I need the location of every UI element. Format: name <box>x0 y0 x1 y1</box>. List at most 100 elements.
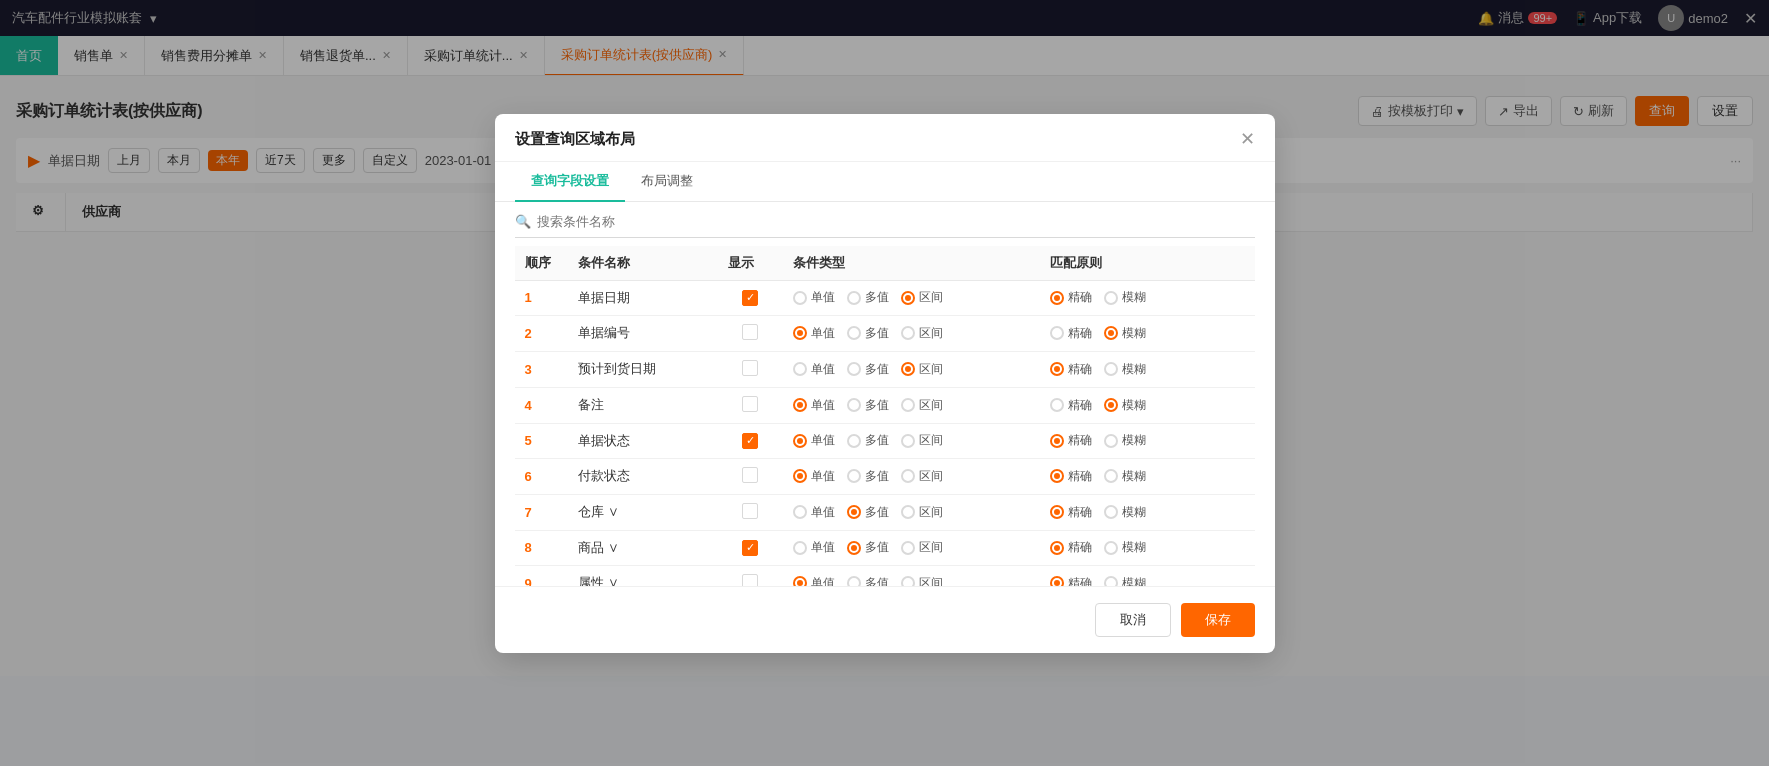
radio-button[interactable] <box>847 326 861 340</box>
type-radio-label[interactable]: 多值 <box>847 504 889 521</box>
radio-button[interactable] <box>1050 469 1064 483</box>
checkbox[interactable] <box>742 433 758 449</box>
radio-button[interactable] <box>1104 398 1118 412</box>
radio-button[interactable] <box>901 434 915 448</box>
dialog-tab-field-settings[interactable]: 查询字段设置 <box>515 162 625 202</box>
radio-button[interactable] <box>793 362 807 376</box>
type-radio-label[interactable]: 区间 <box>901 468 943 485</box>
search-input[interactable] <box>537 214 737 229</box>
type-radio-label[interactable]: 多值 <box>847 575 889 586</box>
save-button[interactable]: 保存 <box>1181 603 1255 637</box>
radio-button[interactable] <box>1104 362 1118 376</box>
radio-button[interactable] <box>793 326 807 340</box>
match-radio-label[interactable]: 精确 <box>1050 468 1092 485</box>
match-radio-label[interactable]: 精确 <box>1050 325 1092 342</box>
radio-button[interactable] <box>793 291 807 305</box>
radio-button[interactable] <box>1104 291 1118 305</box>
checkbox[interactable] <box>742 574 758 586</box>
match-radio-label[interactable]: 模糊 <box>1104 361 1146 378</box>
type-radio-label[interactable]: 区间 <box>901 397 943 414</box>
row-show-checkbox[interactable] <box>718 387 782 423</box>
type-radio-label[interactable]: 区间 <box>901 432 943 449</box>
radio-button[interactable] <box>901 469 915 483</box>
row-show-checkbox[interactable] <box>718 494 782 530</box>
radio-button[interactable] <box>1050 505 1064 519</box>
match-radio-label[interactable]: 精确 <box>1050 504 1092 521</box>
match-radio-label[interactable]: 模糊 <box>1104 325 1146 342</box>
radio-button[interactable] <box>901 326 915 340</box>
type-radio-label[interactable]: 多值 <box>847 432 889 449</box>
row-show-checkbox[interactable] <box>718 530 782 565</box>
match-radio-label[interactable]: 模糊 <box>1104 468 1146 485</box>
type-radio-label[interactable]: 单值 <box>793 397 835 414</box>
radio-button[interactable] <box>1050 362 1064 376</box>
row-show-checkbox[interactable] <box>718 423 782 458</box>
type-radio-label[interactable]: 多值 <box>847 289 889 306</box>
radio-button[interactable] <box>901 362 915 376</box>
match-radio-label[interactable]: 精确 <box>1050 575 1092 586</box>
radio-button[interactable] <box>1050 326 1064 340</box>
row-show-checkbox[interactable] <box>718 280 782 315</box>
match-radio-label[interactable]: 精确 <box>1050 539 1092 556</box>
match-radio-label[interactable]: 模糊 <box>1104 289 1146 306</box>
type-radio-label[interactable]: 单值 <box>793 361 835 378</box>
cancel-button[interactable]: 取消 <box>1095 603 1171 637</box>
radio-button[interactable] <box>1050 434 1064 448</box>
match-radio-label[interactable]: 精确 <box>1050 397 1092 414</box>
radio-button[interactable] <box>1050 291 1064 305</box>
radio-button[interactable] <box>847 398 861 412</box>
radio-button[interactable] <box>1104 576 1118 586</box>
type-radio-label[interactable]: 区间 <box>901 539 943 556</box>
match-radio-label[interactable]: 模糊 <box>1104 539 1146 556</box>
radio-button[interactable] <box>793 398 807 412</box>
checkbox[interactable] <box>742 503 758 519</box>
radio-button[interactable] <box>1050 576 1064 586</box>
radio-button[interactable] <box>901 576 915 586</box>
match-radio-label[interactable]: 模糊 <box>1104 504 1146 521</box>
type-radio-label[interactable]: 单值 <box>793 468 835 485</box>
match-radio-label[interactable]: 模糊 <box>1104 432 1146 449</box>
match-radio-label[interactable]: 精确 <box>1050 289 1092 306</box>
radio-button[interactable] <box>847 291 861 305</box>
radio-button[interactable] <box>1104 505 1118 519</box>
row-show-checkbox[interactable] <box>718 351 782 387</box>
radio-button[interactable] <box>1050 541 1064 555</box>
type-radio-label[interactable]: 多值 <box>847 397 889 414</box>
type-radio-label[interactable]: 单值 <box>793 575 835 586</box>
radio-button[interactable] <box>793 505 807 519</box>
type-radio-label[interactable]: 区间 <box>901 575 943 586</box>
match-radio-label[interactable]: 模糊 <box>1104 397 1146 414</box>
match-radio-label[interactable]: 精确 <box>1050 361 1092 378</box>
checkbox[interactable] <box>742 540 758 556</box>
radio-button[interactable] <box>1104 469 1118 483</box>
row-show-checkbox[interactable] <box>718 458 782 494</box>
checkbox[interactable] <box>742 324 758 340</box>
radio-button[interactable] <box>793 576 807 586</box>
dialog-close-button[interactable]: ✕ <box>1240 130 1255 148</box>
row-show-checkbox[interactable] <box>718 565 782 586</box>
checkbox[interactable] <box>742 360 758 376</box>
type-radio-label[interactable]: 多值 <box>847 325 889 342</box>
checkbox[interactable] <box>742 467 758 483</box>
radio-button[interactable] <box>901 398 915 412</box>
radio-button[interactable] <box>847 469 861 483</box>
radio-button[interactable] <box>793 469 807 483</box>
type-radio-label[interactable]: 单值 <box>793 539 835 556</box>
match-radio-label[interactable]: 模糊 <box>1104 575 1146 586</box>
radio-button[interactable] <box>1104 541 1118 555</box>
dialog-tab-layout[interactable]: 布局调整 <box>625 162 709 202</box>
type-radio-label[interactable]: 单值 <box>793 289 835 306</box>
checkbox[interactable] <box>742 290 758 306</box>
radio-button[interactable] <box>1104 326 1118 340</box>
type-radio-label[interactable]: 多值 <box>847 539 889 556</box>
radio-button[interactable] <box>847 434 861 448</box>
type-radio-label[interactable]: 多值 <box>847 468 889 485</box>
type-radio-label[interactable]: 区间 <box>901 361 943 378</box>
type-radio-label[interactable]: 单值 <box>793 325 835 342</box>
type-radio-label[interactable]: 区间 <box>901 289 943 306</box>
radio-button[interactable] <box>847 541 861 555</box>
type-radio-label[interactable]: 多值 <box>847 361 889 378</box>
radio-button[interactable] <box>793 434 807 448</box>
row-show-checkbox[interactable] <box>718 315 782 351</box>
checkbox[interactable] <box>742 396 758 412</box>
